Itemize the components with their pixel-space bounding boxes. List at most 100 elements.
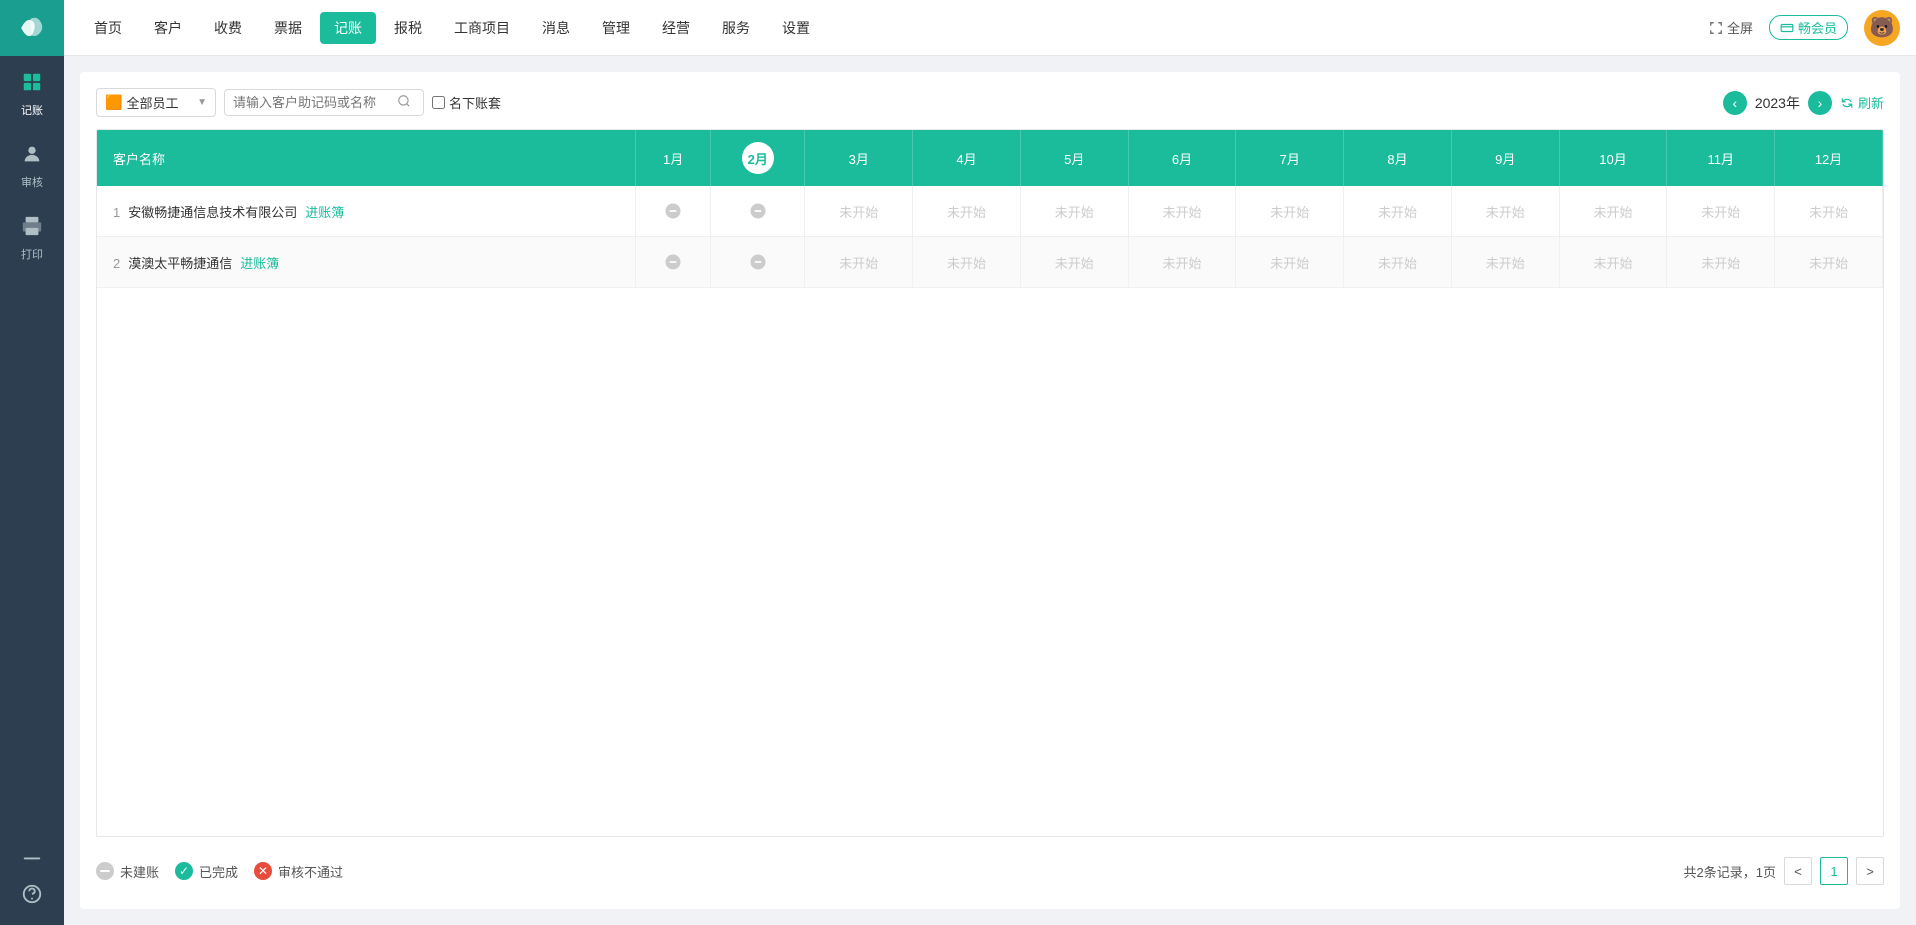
table-cell-month-4: 未开始 — [913, 237, 1021, 288]
table-cell-month-7: 未开始 — [1236, 186, 1344, 237]
employee-icon: 🟧 — [105, 94, 122, 111]
avatar[interactable]: 🐻 — [1864, 10, 1900, 46]
legend-completed-icon: ✓ — [175, 862, 193, 880]
nav-home[interactable]: 首页 — [80, 12, 136, 44]
member-button[interactable]: 畅会员 — [1769, 15, 1848, 40]
prev-page-button[interactable]: < — [1784, 857, 1812, 885]
prev-year-button[interactable]: ‹ — [1723, 91, 1747, 115]
enter-ledger-link[interactable]: 进账簿 — [305, 205, 344, 220]
status-not-started: 未开始 — [947, 256, 986, 271]
employee-select-label: 全部员工 — [126, 93, 178, 112]
status-not-started: 未开始 — [1055, 256, 1094, 271]
sidebar: 记账 审核 打印 — [0, 0, 64, 925]
legend-rejected-label: 审核不通过 — [278, 862, 343, 881]
nav-tax[interactable]: 报税 — [380, 12, 436, 44]
chevron-down-icon: ▼ — [197, 97, 207, 108]
nav-service[interactable]: 服务 — [708, 12, 764, 44]
sidebar-item-print[interactable]: 打印 — [0, 200, 64, 272]
status-not-started: 未开始 — [839, 256, 878, 271]
table-cell-month-11: 未开始 — [1667, 186, 1775, 237]
col-name: 客户名称 — [97, 130, 636, 186]
table-cell-month-3: 未开始 — [805, 237, 913, 288]
company-name: 漠澳太平畅捷通信 — [128, 256, 232, 271]
sidebar-item-download[interactable] — [0, 833, 64, 871]
nav-management[interactable]: 管理 — [588, 12, 644, 44]
status-not-started: 未开始 — [1809, 205, 1848, 220]
table-cell-name: 2 漠澳太平畅捷通信进账簿 — [97, 237, 636, 288]
table-cell-month-12: 未开始 — [1775, 186, 1883, 237]
status-done-icon — [747, 251, 769, 273]
status-not-started: 未开始 — [839, 205, 878, 220]
main-area: 首页 客户 收费 票据 记账 报税 工商项目 消息 管理 经营 服务 设置 全屏… — [64, 0, 1916, 925]
table-cell-month-10: 未开始 — [1559, 237, 1667, 288]
col-dec: 12月 — [1775, 130, 1883, 186]
col-may: 5月 — [1020, 130, 1128, 186]
legend: 未建账 ✓ 已完成 ✕ 审核不通过 — [96, 862, 343, 881]
pagination-summary: 共2条记录，1页 — [1684, 862, 1776, 881]
logo[interactable] — [0, 0, 64, 56]
fullscreen-label: 全屏 — [1727, 18, 1753, 37]
sidebar-item-bookkeeping-label: 记账 — [21, 102, 43, 118]
status-not-started: 未开始 — [1594, 205, 1633, 220]
nav-operation[interactable]: 经营 — [648, 12, 704, 44]
refresh-label: 刷新 — [1858, 93, 1884, 112]
col-mar: 3月 — [805, 130, 913, 186]
nav-invoice[interactable]: 票据 — [260, 12, 316, 44]
sidebar-item-bookkeeping[interactable]: 记账 — [0, 56, 64, 128]
next-page-button[interactable]: > — [1856, 857, 1884, 885]
nav-customer[interactable]: 客户 — [140, 12, 196, 44]
row-number: 2 — [113, 256, 120, 271]
search-button[interactable] — [397, 94, 411, 111]
table-cell-month-3: 未开始 — [805, 186, 913, 237]
table-cell-month-7: 未开始 — [1236, 237, 1344, 288]
page-container: 🟧 全部员工 ▼ 名下账套 ‹ 2023年 › — [64, 56, 1916, 925]
nav-bookkeeping[interactable]: 记账 — [320, 12, 376, 44]
sidebar-item-audit[interactable]: 审核 — [0, 128, 64, 200]
footer: 未建账 ✓ 已完成 ✕ 审核不通过 共2条记录，1页 < 1 > — [96, 849, 1884, 893]
employee-select[interactable]: 🟧 全部员工 ▼ — [96, 88, 216, 117]
nav-business[interactable]: 工商项目 — [440, 12, 524, 44]
sidebar-item-audit-label: 审核 — [21, 174, 43, 190]
table-cell-month-2 — [711, 186, 805, 237]
next-year-button[interactable]: › — [1808, 91, 1832, 115]
accounts-checkbox[interactable] — [432, 96, 445, 109]
status-not-started: 未开始 — [1594, 256, 1633, 271]
table-cell-month-5: 未开始 — [1020, 237, 1128, 288]
table-cell-month-10: 未开始 — [1559, 186, 1667, 237]
legend-completed: ✓ 已完成 — [175, 862, 238, 881]
status-done-icon — [662, 200, 684, 222]
status-not-started: 未开始 — [1378, 256, 1417, 271]
col-feb: 2月 — [711, 130, 805, 186]
sidebar-item-support[interactable] — [0, 875, 64, 913]
status-not-started: 未开始 — [1378, 205, 1417, 220]
refresh-button[interactable]: 刷新 — [1840, 93, 1884, 112]
table-cell-month-6: 未开始 — [1128, 186, 1236, 237]
table-cell-month-8: 未开始 — [1344, 186, 1452, 237]
nav-billing[interactable]: 收费 — [200, 12, 256, 44]
search-input[interactable] — [233, 95, 393, 110]
sidebar-bottom — [0, 833, 64, 925]
checkbox-label[interactable]: 名下账套 — [432, 93, 501, 112]
checkbox-text: 名下账套 — [449, 93, 501, 112]
search-input-wrap — [224, 89, 424, 116]
legend-rejected-icon: ✕ — [254, 862, 272, 880]
status-not-started: 未开始 — [1270, 205, 1309, 220]
sidebar-item-print-label: 打印 — [21, 246, 43, 262]
fullscreen-button[interactable]: 全屏 — [1709, 18, 1753, 37]
table-cell-month-11: 未开始 — [1667, 237, 1775, 288]
bookkeeping-icon — [16, 66, 48, 98]
status-not-started: 未开始 — [947, 205, 986, 220]
current-page-button[interactable]: 1 — [1820, 857, 1848, 885]
table-wrap: 客户名称 1月 2月 3月 4月 5月 6月 7月 8月 9月 — [96, 129, 1884, 837]
nav-message[interactable]: 消息 — [528, 12, 584, 44]
status-not-started: 未开始 — [1701, 256, 1740, 271]
status-not-started: 未开始 — [1270, 256, 1309, 271]
legend-completed-label: 已完成 — [199, 862, 238, 881]
status-done-icon — [662, 251, 684, 273]
nav-settings[interactable]: 设置 — [768, 12, 824, 44]
enter-ledger-link[interactable]: 进账簿 — [240, 256, 279, 271]
topnav: 首页 客户 收费 票据 记账 报税 工商项目 消息 管理 经营 服务 设置 全屏… — [64, 0, 1916, 56]
audit-icon — [16, 138, 48, 170]
table-cell-month-2 — [711, 237, 805, 288]
table-body: 1安徽畅捷通信息技术有限公司进账簿 未开始未开始未开始未开始未开始未开始未开始未… — [97, 186, 1883, 288]
